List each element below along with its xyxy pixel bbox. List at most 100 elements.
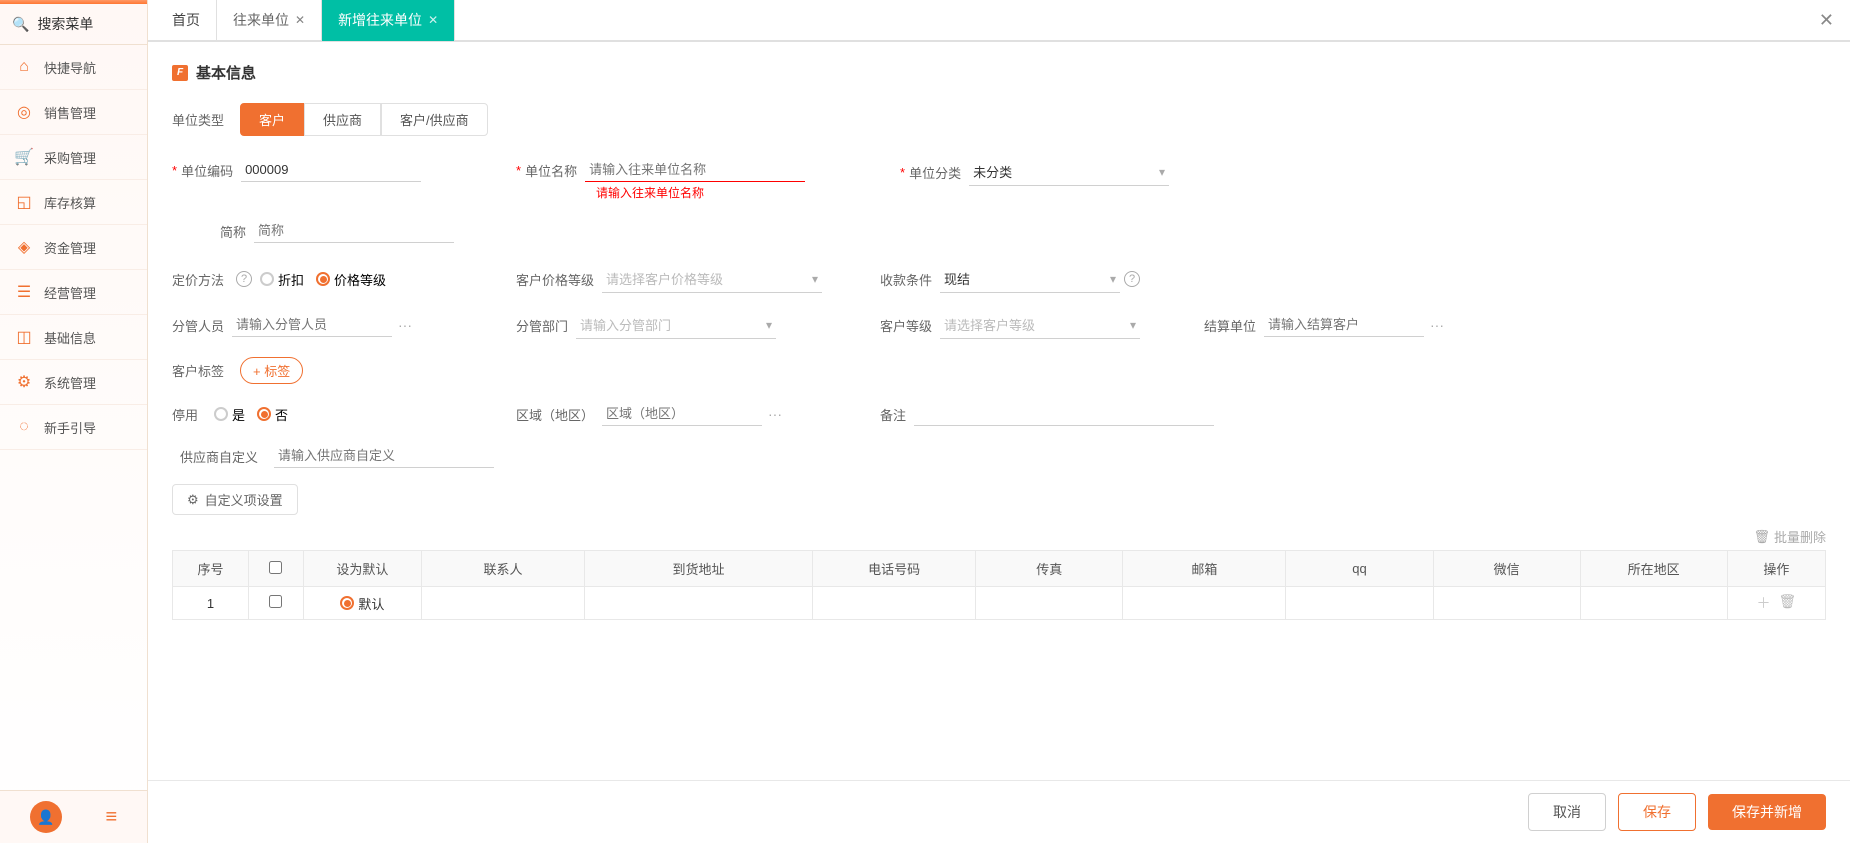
save-new-button[interactable]: 保存并新增 [1708, 794, 1826, 830]
unit-type-row: 单位类型 客户 供应商 客户/供应商 [172, 103, 1826, 136]
sidebar-item-inventory[interactable]: ◱ 库存核算 [0, 180, 147, 225]
row-wechat[interactable] [1433, 587, 1580, 620]
col-fax: 传真 [976, 551, 1123, 587]
pricing-radio-discount[interactable]: 折扣 [260, 270, 304, 289]
disable-radio-outer-yes [214, 407, 228, 421]
delete-icon: 🗑 [1753, 529, 1770, 545]
tab-partners[interactable]: 往来单位 ✕ [217, 0, 322, 41]
settlement-more-icon[interactable]: ··· [1430, 317, 1444, 333]
pricing-radio-outer-level [316, 272, 330, 286]
address-input[interactable] [639, 596, 759, 611]
row-email[interactable] [1123, 587, 1286, 620]
row-phone[interactable] [812, 587, 975, 620]
unit-name-input[interactable] [585, 158, 805, 182]
col-checkbox[interactable] [248, 551, 303, 587]
sidebar-item-basic[interactable]: ◫ 基础信息 [0, 315, 147, 360]
chevron-down-icon: ▾ [1130, 318, 1136, 332]
tab-partners-label: 往来单位 [233, 10, 289, 30]
supplier-custom-input[interactable] [274, 444, 494, 468]
settlement-input[interactable] [1264, 313, 1424, 337]
newbie-icon: ◌ [14, 417, 34, 437]
sidebar-item-label: 系统管理 [44, 373, 96, 392]
manager-more-icon[interactable]: ··· [398, 317, 412, 333]
customer-level-label: 客户等级 [880, 316, 932, 335]
pricing-field: 定价方法 ? 折扣 价格等级 [172, 270, 492, 289]
finance-icon: ◈ [14, 237, 34, 257]
row-region[interactable] [1580, 587, 1727, 620]
unit-category-select[interactable]: 未分类 ▾ [969, 158, 1169, 186]
sidebar: 🔍 搜索菜单 ⌂ 快捷导航 ◎ 销售管理 🛒 采购管理 ◱ 库存核算 ◈ 资金管… [0, 0, 148, 843]
tab-bar-close-all[interactable]: ✕ [1811, 10, 1842, 31]
tab-new-partner[interactable]: 新增往来单位 ✕ [322, 0, 455, 41]
tag-add-btn[interactable]: + 标签 [240, 357, 303, 384]
row-address[interactable] [585, 587, 813, 620]
payment-select[interactable]: 现结 ▾ [940, 265, 1120, 293]
abbr-input[interactable] [254, 219, 454, 243]
pricing-radio-level[interactable]: 价格等级 [316, 270, 386, 289]
search-icon: 🔍 [12, 16, 29, 33]
row-checkbox[interactable] [248, 587, 303, 620]
phone-input[interactable] [854, 596, 934, 611]
manager-input[interactable] [232, 313, 392, 337]
type-btn-customer[interactable]: 客户 [240, 103, 304, 136]
batch-delete-btn[interactable]: 🗑 批量删除 [1753, 527, 1826, 546]
chevron-down-icon: ▾ [766, 318, 772, 332]
custom-settings-btn[interactable]: ⚙ 自定义项设置 [172, 484, 298, 515]
row-qq[interactable] [1286, 587, 1433, 620]
col-qq: qq [1286, 551, 1433, 587]
table-toolbar: 🗑 批量删除 [172, 527, 1826, 546]
tab-new-partner-close[interactable]: ✕ [428, 13, 438, 27]
row-contact[interactable] [421, 587, 584, 620]
qq-input[interactable] [1325, 596, 1395, 611]
user-avatar[interactable]: 👤 [30, 801, 62, 833]
customer-price-select[interactable]: 请选择客户价格等级 ▾ [602, 265, 822, 293]
sidebar-item-sales[interactable]: ◎ 销售管理 [0, 90, 147, 135]
customer-level-select[interactable]: 请选择客户等级 ▾ [940, 311, 1140, 339]
pricing-tooltip-icon[interactable]: ? [236, 271, 252, 287]
default-radio-outer[interactable] [340, 596, 354, 610]
type-btn-both[interactable]: 客户/供应商 [381, 103, 488, 136]
sidebar-item-label: 经营管理 [44, 283, 96, 302]
disable-label: 停用 [172, 405, 198, 424]
unit-code-field: * 单位编码 [172, 158, 492, 182]
sidebar-item-quick-nav[interactable]: ⌂ 快捷导航 [0, 45, 147, 90]
sidebar-item-newbie[interactable]: ◌ 新手引导 [0, 405, 147, 450]
wechat-input[interactable] [1472, 596, 1542, 611]
row-seq: 1 [173, 587, 249, 620]
add-row-icon[interactable]: ＋ [1756, 593, 1770, 613]
unit-code-input[interactable] [241, 158, 421, 182]
col-contact: 联系人 [421, 551, 584, 587]
cancel-button[interactable]: 取消 [1528, 793, 1606, 831]
area-more-icon[interactable]: ··· [768, 406, 782, 422]
email-input[interactable] [1164, 596, 1244, 611]
disable-radio-yes[interactable]: 是 [214, 405, 245, 424]
pricing-radio-discount-label: 折扣 [278, 270, 304, 289]
sidebar-bottom-expand[interactable]: ≡ [105, 806, 117, 829]
select-all-checkbox[interactable] [269, 561, 282, 574]
sidebar-item-finance[interactable]: ◈ 资金管理 [0, 225, 147, 270]
delete-row-icon[interactable]: 🗑 [1778, 593, 1796, 613]
remark-input[interactable] [914, 402, 1214, 426]
region-input[interactable] [1619, 596, 1689, 611]
tab-home[interactable]: 首页 [156, 0, 217, 41]
supplier-custom-label: 供应商自定义 [180, 447, 258, 466]
row-checkbox-input[interactable] [269, 595, 282, 608]
tab-partners-close[interactable]: ✕ [295, 13, 305, 27]
disable-radio-no[interactable]: 否 [257, 405, 288, 424]
area-input[interactable] [602, 402, 762, 426]
sidebar-item-purchase[interactable]: 🛒 采购管理 [0, 135, 147, 180]
default-label: 默认 [358, 594, 384, 613]
sidebar-item-operations[interactable]: ☰ 经营管理 [0, 270, 147, 315]
remark-field: 备注 [880, 402, 1214, 426]
fax-input[interactable] [1014, 596, 1084, 611]
sidebar-item-system[interactable]: ⚙ 系统管理 [0, 360, 147, 405]
type-btn-supplier[interactable]: 供应商 [304, 103, 381, 136]
payment-tooltip-icon[interactable]: ? [1124, 271, 1140, 287]
col-default: 设为默认 [303, 551, 421, 587]
row-fax[interactable] [976, 587, 1123, 620]
manager-row: 分管人员 ··· 分管部门 请输入分管部门 ▾ 客户等级 请选择客户等级 ▾ [172, 311, 1826, 339]
sidebar-search[interactable]: 🔍 搜索菜单 [0, 4, 147, 45]
contact-input[interactable] [463, 596, 543, 611]
save-button[interactable]: 保存 [1618, 793, 1696, 831]
dept-select[interactable]: 请输入分管部门 ▾ [576, 311, 776, 339]
